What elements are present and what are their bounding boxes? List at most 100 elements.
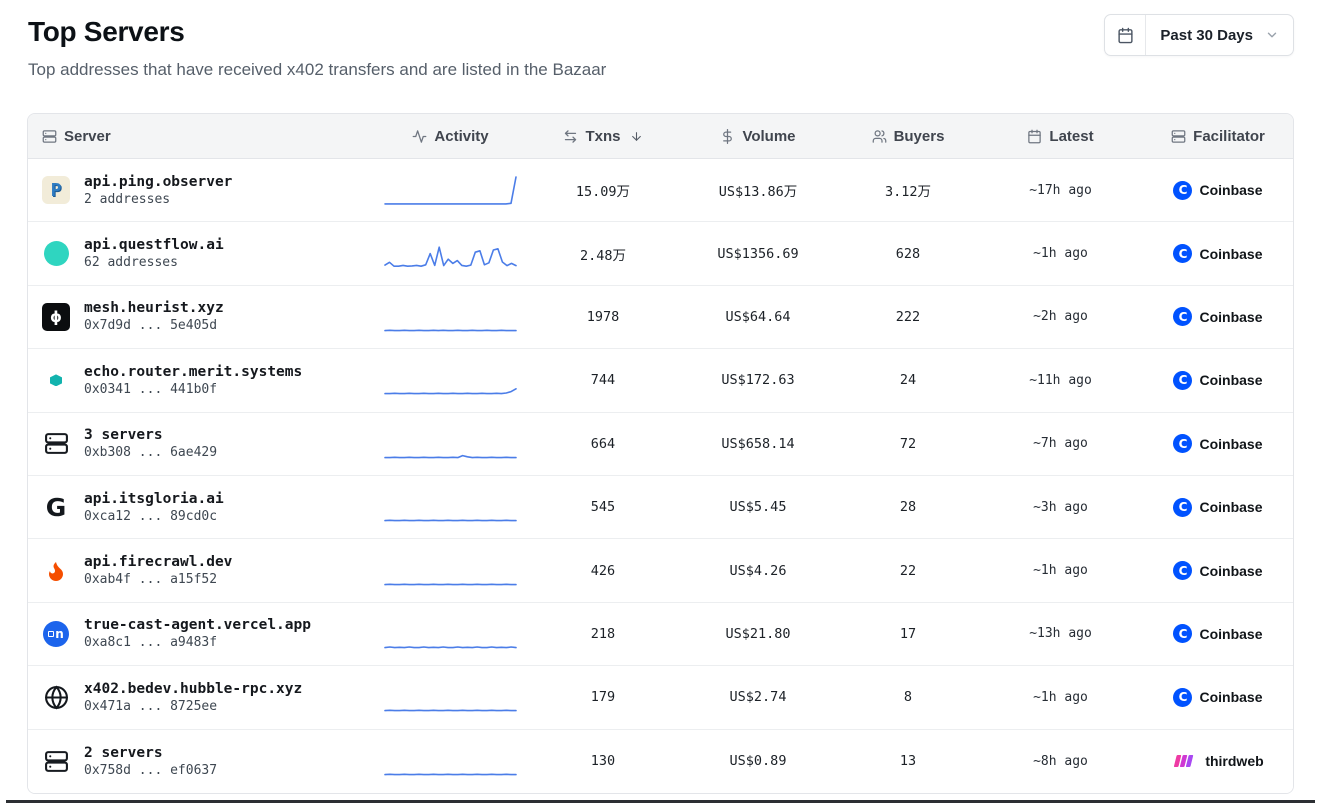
- thirdweb-logo: [1172, 754, 1198, 768]
- facilitator-badge[interactable]: C Coinbase: [1143, 498, 1293, 517]
- activity-sparkline: [383, 422, 518, 466]
- transfers-icon: [563, 129, 578, 144]
- server-name: x402.bedev.hubble-rpc.xyz: [84, 681, 302, 697]
- facilitator-badge[interactable]: C Coinbase: [1143, 244, 1293, 263]
- servers-stack-icon: [41, 429, 71, 459]
- table-row[interactable]: G api.itsgloria.ai 0xca12 ... 89cd0c 545…: [28, 476, 1293, 539]
- top-servers-page: Top Servers Top addresses that have rece…: [0, 0, 1321, 803]
- table-row[interactable]: 3 servers 0xb308 ... 6ae429 664 US$658.1…: [28, 413, 1293, 476]
- column-header-latest[interactable]: Latest: [978, 128, 1143, 145]
- facilitator-badge[interactable]: C Coinbase: [1143, 371, 1293, 390]
- facilitator-label: Coinbase: [1199, 563, 1262, 579]
- column-header-activity[interactable]: Activity: [373, 128, 528, 145]
- coinbase-logo: C: [1173, 561, 1192, 580]
- latest-value: ~1h ago: [978, 690, 1143, 705]
- table-body: P api.ping.observer 2 addresses 15.09万 U…: [28, 159, 1293, 793]
- facilitator-badge[interactable]: C Coinbase: [1143, 434, 1293, 453]
- table-row[interactable]: x402.bedev.hubble-rpc.xyz 0x471a ... 872…: [28, 666, 1293, 729]
- activity-sparkline: [383, 232, 518, 276]
- buyers-value: 24: [838, 372, 978, 388]
- facilitator-badge[interactable]: thirdweb: [1143, 753, 1293, 769]
- chevron-down-icon: [1265, 28, 1279, 42]
- server-name: 2 servers: [84, 745, 217, 761]
- table-header-row: Server Activity Txns: [28, 114, 1293, 159]
- server-name: api.itsgloria.ai: [84, 491, 224, 507]
- table-row[interactable]: n true-cast-agent.vercel.app 0xa8c1 ... …: [28, 603, 1293, 666]
- latest-value: ~1h ago: [978, 246, 1143, 261]
- coinbase-logo: C: [1173, 244, 1192, 263]
- server-address: 0x0341 ... 441b0f: [84, 382, 302, 397]
- table-row[interactable]: P api.ping.observer 2 addresses 15.09万 U…: [28, 159, 1293, 222]
- latest-value: ~11h ago: [978, 373, 1143, 388]
- volume-value: US$4.26: [678, 563, 838, 579]
- column-header-txns[interactable]: Txns: [528, 128, 678, 145]
- latest-value: ~8h ago: [978, 754, 1143, 769]
- txns-value: 15.09万: [528, 180, 678, 200]
- facilitator-label: Coinbase: [1199, 309, 1262, 325]
- table-row[interactable]: api.questflow.ai 62 addresses 2.48万 US$1…: [28, 222, 1293, 285]
- facilitator-badge[interactable]: C Coinbase: [1143, 307, 1293, 326]
- time-range-value[interactable]: Past 30 Days: [1146, 15, 1293, 55]
- globe-icon: [41, 682, 71, 712]
- facilitator-badge[interactable]: C Coinbase: [1143, 181, 1293, 200]
- ping-observer-logo: P: [41, 175, 71, 205]
- gloria-logo: G: [41, 492, 71, 522]
- column-header-server[interactable]: Server: [28, 128, 373, 145]
- buyers-value: 628: [838, 246, 978, 262]
- coinbase-logo: C: [1173, 434, 1192, 453]
- table-row[interactable]: ϕ mesh.heurist.xyz 0x7d9d ... 5e405d 197…: [28, 286, 1293, 349]
- server-name: 3 servers: [84, 427, 217, 443]
- facilitator-label: Coinbase: [1199, 182, 1262, 198]
- activity-sparkline: [383, 612, 518, 656]
- server-name: echo.router.merit.systems: [84, 364, 302, 380]
- coinbase-logo: C: [1173, 371, 1192, 390]
- column-header-facilitator[interactable]: Facilitator: [1143, 128, 1293, 145]
- table-row[interactable]: 2 servers 0x758d ... ef0637 130 US$0.89 …: [28, 730, 1293, 793]
- server-address: 0xa8c1 ... a9483f: [84, 635, 311, 650]
- server-address: 0x758d ... ef0637: [84, 763, 217, 778]
- facilitator-badge[interactable]: C Coinbase: [1143, 688, 1293, 707]
- buyers-value: 22: [838, 563, 978, 579]
- latest-value: ~17h ago: [978, 183, 1143, 198]
- volume-value: US$172.63: [678, 372, 838, 388]
- activity-sparkline: [383, 549, 518, 593]
- facilitator-badge[interactable]: C Coinbase: [1143, 561, 1293, 580]
- buyers-value: 28: [838, 499, 978, 515]
- txns-value: 426: [528, 563, 678, 579]
- volume-value: US$21.80: [678, 626, 838, 642]
- time-range-dropdown[interactable]: Past 30 Days: [1104, 14, 1294, 56]
- txns-value: 545: [528, 499, 678, 515]
- coinbase-logo: C: [1173, 688, 1192, 707]
- server-name: true-cast-agent.vercel.app: [84, 617, 311, 633]
- txns-value: 130: [528, 753, 678, 769]
- activity-sparkline: [383, 295, 518, 339]
- server-address: 0xca12 ... 89cd0c: [84, 509, 224, 524]
- table-row[interactable]: api.firecrawl.dev 0xab4f ... a15f52 426 …: [28, 539, 1293, 602]
- column-header-volume[interactable]: Volume: [678, 128, 838, 145]
- server-address: 2 addresses: [84, 192, 232, 207]
- table-row[interactable]: echo.router.merit.systems 0x0341 ... 441…: [28, 349, 1293, 412]
- server-name: api.questflow.ai: [84, 237, 224, 253]
- server-address: 0xab4f ... a15f52: [84, 572, 232, 587]
- time-range-label: Past 30 Days: [1160, 27, 1253, 44]
- facilitator-label: Coinbase: [1199, 246, 1262, 262]
- latest-value: ~7h ago: [978, 436, 1143, 451]
- facilitator-label: Coinbase: [1199, 436, 1262, 452]
- questflow-logo: [41, 239, 71, 269]
- servers-stack-icon: [41, 746, 71, 776]
- txns-value: 1978: [528, 309, 678, 325]
- coinbase-logo: C: [1173, 307, 1192, 326]
- calendar-icon[interactable]: [1105, 15, 1146, 55]
- buyers-value: 17: [838, 626, 978, 642]
- server-address: 0x471a ... 8725ee: [84, 699, 302, 714]
- latest-value: ~1h ago: [978, 563, 1143, 578]
- volume-value: US$5.45: [678, 499, 838, 515]
- server-address: 0x7d9d ... 5e405d: [84, 318, 224, 333]
- facilitator-badge[interactable]: C Coinbase: [1143, 624, 1293, 643]
- buyers-value: 8: [838, 689, 978, 705]
- facilitator-label: Coinbase: [1199, 372, 1262, 388]
- activity-sparkline: [383, 485, 518, 529]
- facilitator-label: Coinbase: [1199, 499, 1262, 515]
- dollar-icon: [720, 129, 735, 144]
- column-header-buyers[interactable]: Buyers: [838, 128, 978, 145]
